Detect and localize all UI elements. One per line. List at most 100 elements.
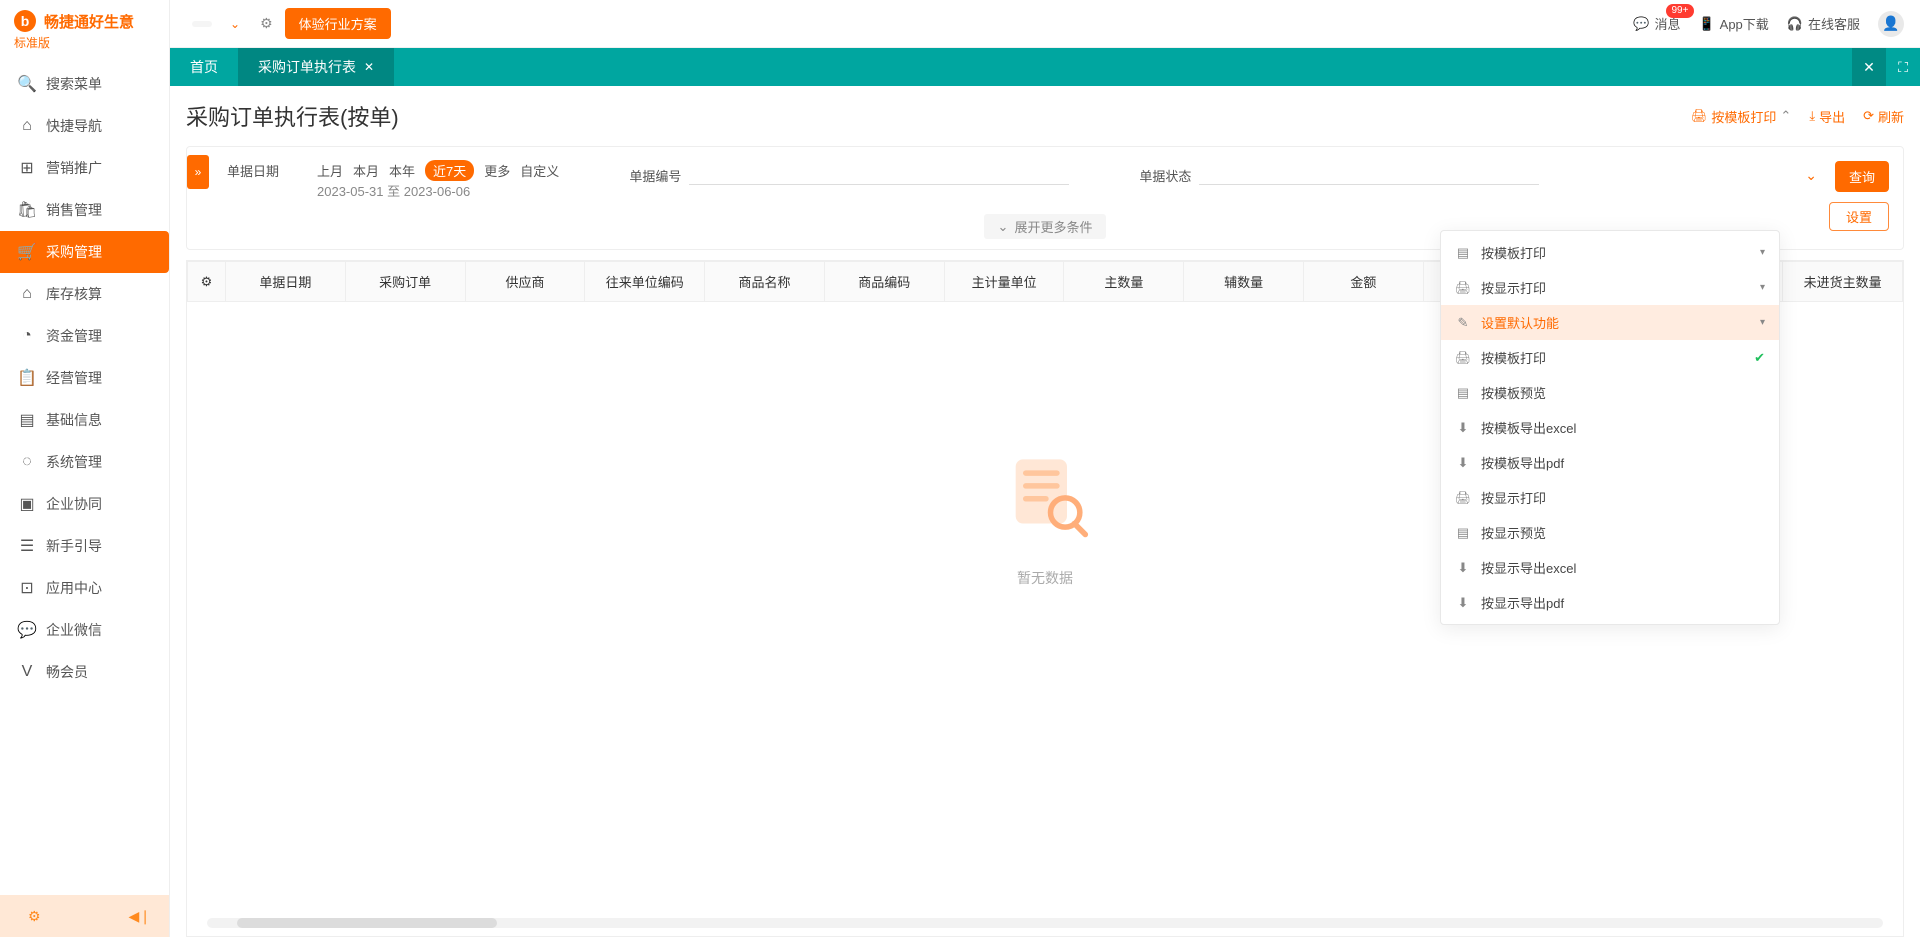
date-options: 上月本月本年近7天更多自定义 [317, 160, 559, 181]
nav-sales[interactable]: 🛍销售管理 [0, 189, 169, 231]
dropdown-item[interactable]: 🖨按显示打印 [1441, 480, 1779, 515]
service-label: 在线客服 [1808, 14, 1860, 33]
nav-search[interactable]: 🔍搜索菜单 [0, 63, 169, 105]
column-header[interactable]: 辅数量 [1184, 262, 1304, 302]
dropdown-item[interactable]: 🖨按模板打印✔ [1441, 340, 1779, 375]
bill-code-input[interactable] [689, 165, 1069, 185]
nav-marketing-icon: ⊞ [18, 159, 36, 177]
nav-inventory[interactable]: ⌂库存核算 [0, 273, 169, 315]
filter-settings-button[interactable]: 设置 [1829, 202, 1889, 231]
brand: b 畅捷通好生意 [0, 0, 169, 34]
date-option[interactable]: 自定义 [520, 161, 559, 180]
nav-coop-icon: ▣ [18, 495, 36, 513]
date-option[interactable]: 更多 [484, 161, 510, 180]
nav-vip-icon: V [18, 663, 36, 681]
nav-system[interactable]: ◌系统管理 [0, 441, 169, 483]
dropdown-section[interactable]: ▤按模板打印▾ [1441, 235, 1779, 270]
dropdown-item[interactable]: ▤按模板预览 [1441, 375, 1779, 410]
print-icon: 🖨 [1691, 108, 1708, 124]
messages-link[interactable]: 💬 消息 99+ [1633, 14, 1680, 33]
dropdown-icon: ▤ [1455, 525, 1471, 541]
horizontal-scrollbar[interactable] [207, 918, 1883, 928]
print-by-template-action[interactable]: 🖨 按模板打印 ⌃ [1691, 107, 1791, 126]
date-option[interactable]: 上月 [317, 161, 343, 180]
chevron-down-icon: ▾ [1760, 282, 1765, 293]
nav-purchase[interactable]: 🛒采购管理 [0, 231, 169, 273]
try-solution-button[interactable]: 体验行业方案 [285, 8, 391, 39]
date-option[interactable]: 本月 [353, 161, 379, 180]
nav-wecom[interactable]: 💬企业微信 [0, 609, 169, 651]
dropdown-item[interactable]: ⬇ 按模板导出pdf [1441, 445, 1779, 480]
export-label: 导出 [1819, 107, 1845, 126]
refresh-action[interactable]: ⟳ 刷新 [1863, 107, 1904, 126]
dropdown-item[interactable]: ⬇按显示导出excel [1441, 550, 1779, 585]
fullscreen-icon[interactable]: ⛶ [1886, 48, 1920, 86]
collapse-sidebar-icon[interactable]: ◀❘ [129, 908, 152, 925]
date-option[interactable]: 近7天 [425, 160, 474, 181]
nav-guide[interactable]: ☰新手引导 [0, 525, 169, 567]
column-header[interactable]: 往来单位编码 [585, 262, 705, 302]
nav-coop-label: 企业协同 [46, 494, 102, 514]
collapse-filter-handle[interactable]: » [187, 155, 209, 189]
page-title: 采购订单执行表(按单) [186, 100, 399, 132]
nav-operation-label: 经营管理 [46, 368, 102, 388]
scrollbar-thumb[interactable] [237, 918, 497, 928]
dropdown-label: 设置默认功能 [1481, 313, 1559, 332]
nav-vip[interactable]: V畅会员 [0, 651, 169, 693]
org-caret-icon[interactable]: ⌄ [230, 17, 240, 31]
nav-apps[interactable]: ⊡应用中心 [0, 567, 169, 609]
close-all-tabs-icon[interactable]: ✕ [1852, 48, 1886, 86]
expand-more-filters[interactable]: ⌄ 展开更多条件 [984, 214, 1107, 239]
dropdown-item[interactable]: ▤按显示预览 [1441, 515, 1779, 550]
export-action[interactable]: ⤓ 导出 [1809, 107, 1845, 126]
column-header[interactable]: 主计量单位 [944, 262, 1064, 302]
nav: 🔍搜索菜单⌂快捷导航⊞营销推广🛍销售管理🛒采购管理⌂库存核算◔资金管理📋经营管理… [0, 59, 169, 895]
column-header[interactable]: 未进货主数量 [1783, 262, 1903, 302]
dropdown-item[interactable]: ⬇按显示导出pdf [1441, 585, 1779, 620]
column-header[interactable]: 金额 [1304, 262, 1424, 302]
nav-finance[interactable]: ◔资金管理 [0, 315, 169, 357]
app-download-link[interactable]: 📱 App下载 [1698, 14, 1768, 33]
check-icon: ✔ [1754, 350, 1765, 366]
nav-operation[interactable]: 📋经营管理 [0, 357, 169, 399]
column-header[interactable]: 商品编码 [824, 262, 944, 302]
nav-wecom-icon: 💬 [18, 621, 36, 639]
download-label: App下载 [1720, 14, 1769, 33]
nav-coop[interactable]: ▣ 企业协同 [0, 483, 169, 525]
toggle-filter-caret-icon[interactable]: ⌄ [1805, 167, 1817, 184]
user-avatar[interactable]: 👤 [1878, 11, 1904, 37]
dropdown-icon: ⬇ [1455, 595, 1471, 611]
dropdown-icon: ⬇ [1455, 420, 1471, 436]
customer-service-link[interactable]: 🎧 在线客服 [1787, 14, 1860, 33]
org-selector[interactable] [192, 21, 212, 27]
nav-apps-icon: ⊡ [18, 579, 36, 597]
column-header[interactable]: 单据日期 [226, 262, 346, 302]
topbar-gear-icon[interactable]: ⚙ [260, 15, 273, 32]
dropdown-icon: ⬇ [1455, 455, 1471, 471]
nav-guide-label: 新手引导 [46, 536, 102, 556]
tab-purchase-order-execution[interactable]: 采购订单执行表 ✕ [238, 48, 394, 86]
date-option[interactable]: 本年 [389, 161, 415, 180]
nav-baseinfo[interactable]: ▤基础信息 [0, 399, 169, 441]
nav-quick[interactable]: ⌂快捷导航 [0, 105, 169, 147]
nav-search-icon: 🔍 [18, 75, 36, 93]
nav-marketing[interactable]: ⊞营销推广 [0, 147, 169, 189]
tab-close-icon[interactable]: ✕ [364, 60, 374, 74]
dropdown-item[interactable]: ⬇ 按模板导出excel [1441, 410, 1779, 445]
dropdown-section[interactable]: ✎设置默认功能▾ [1441, 305, 1779, 340]
dropdown-label: 按模板导出excel [1481, 418, 1576, 437]
dropdown-section[interactable]: 🖨按显示打印▾ [1441, 270, 1779, 305]
column-header[interactable]: 供应商 [465, 262, 585, 302]
column-settings-icon[interactable]: ⚙ [188, 262, 226, 302]
settings-gear-icon[interactable]: ⚙ [28, 908, 41, 925]
tab-home[interactable]: 首页 [170, 48, 238, 86]
bill-status-select[interactable] [1199, 165, 1539, 185]
dropdown-label: 按模板导出pdf [1481, 453, 1564, 472]
headset-icon: 🎧 [1787, 16, 1803, 32]
column-header[interactable]: 采购订单 [345, 262, 465, 302]
query-button[interactable]: 查询 [1835, 161, 1889, 192]
nav-quick-icon: ⌂ [18, 117, 36, 135]
column-header[interactable]: 商品名称 [705, 262, 825, 302]
dropdown-label: 按模板预览 [1481, 383, 1546, 402]
column-header[interactable]: 主数量 [1064, 262, 1184, 302]
